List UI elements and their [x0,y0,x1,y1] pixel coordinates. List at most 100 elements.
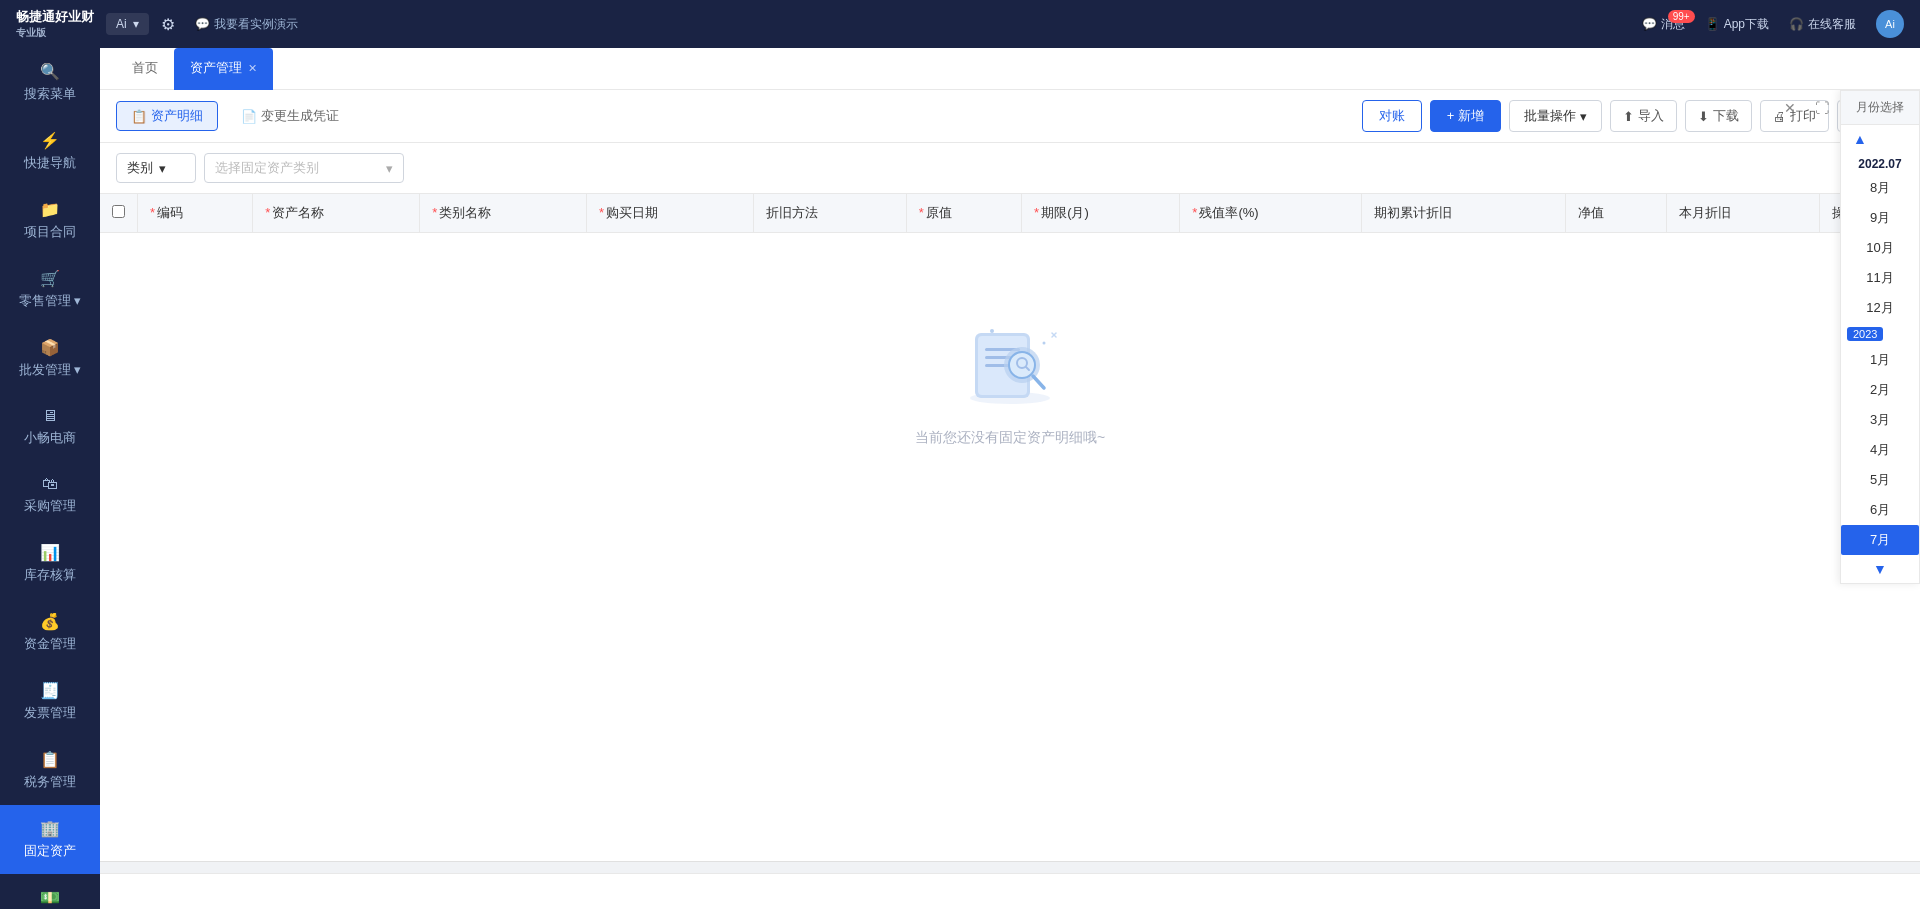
tab-home[interactable]: 首页 [116,48,174,90]
col-net-value: 净值 [1566,194,1667,233]
month-item-11[interactable]: 11月 [1841,263,1919,293]
demo-icon: 💬 [195,17,210,31]
month-item-4[interactable]: 4月 [1841,435,1919,465]
sidebar-item-project[interactable]: 📁 项目合同 [0,186,100,255]
asset-detail-icon: 📋 [131,109,147,124]
col-code: *编码 [138,194,253,233]
sidebar-item-wholesale[interactable]: 📦 批发管理 ▾ [0,324,100,393]
month-item-1[interactable]: 1月 [1841,345,1919,375]
inner-tabs-bar: 📋 资产明细 📄 变更生成凭证 对账 + 新增 批量操作 ▾ ⬆ [100,90,1920,143]
col-monthly-depreciation: 本月折旧 [1667,194,1820,233]
col-category-name: *类别名称 [420,194,587,233]
messages-button[interactable]: 💬 消息 99+ [1642,16,1685,33]
app-icon: 📱 [1705,17,1720,31]
main-layout: 🔍 搜索菜单 ⚡ 快捷导航 📁 项目合同 🛒 零售管理 ▾ 📦 批发管理 ▾ 🖥… [0,48,1920,909]
category-input[interactable]: 选择固定资产类别 ▾ [204,153,404,183]
sidebar-item-purchase[interactable]: 🛍 采购管理 [0,461,100,529]
month-item-10[interactable]: 10月 [1841,233,1919,263]
category-type-selector[interactable]: 类别 ▾ [116,153,196,183]
col-accumulated-depreciation: 期初累计折旧 [1361,194,1565,233]
month-item-6[interactable]: 6月 [1841,495,1919,525]
month-prev-button[interactable]: ▲ [1847,129,1873,149]
batch-button[interactable]: 批量操作 ▾ [1509,100,1602,132]
asset-table-wrap: *编码 *资产名称 *类别名称 *购买日期 折旧方法 [100,194,1920,861]
change-voucher-icon: 📄 [241,109,257,124]
headset-icon: 🎧 [1789,17,1804,31]
expand-panel-button[interactable]: ⛶ [1810,96,1834,120]
empty-illustration [950,313,1070,413]
online-service-button[interactable]: 🎧 在线客服 [1789,16,1856,33]
sidebar-item-fixed-assets[interactable]: 🏢 固定资产 [0,805,100,874]
month-item-7-2023[interactable]: 7月 [1841,525,1919,555]
invoice-icon: 🧾 [40,681,60,700]
month-next-button[interactable]: ▼ [1867,559,1893,579]
search-icon: 🔍 [40,62,60,81]
company-selector[interactable]: Ai ▾ [106,13,149,35]
sidebar-item-inventory[interactable]: 📊 库存核算 [0,529,100,598]
project-icon: 📁 [40,200,60,219]
top-bar-right: 💬 消息 99+ 📱 App下载 🎧 在线客服 Ai [1642,10,1904,38]
tab-asset-management[interactable]: 资产管理 ✕ [174,48,273,90]
filter-bar: 类别 ▾ 选择固定资产类别 ▾ [100,143,1920,194]
duizhang-button[interactable]: 对账 [1362,100,1422,132]
month-item-5[interactable]: 5月 [1841,465,1919,495]
sidebar-item-ecommerce[interactable]: 🖥 小畅电商 [0,393,100,461]
payroll-icon: 💵 [40,888,60,907]
empty-text: 当前您还没有固定资产明细哦~ [915,429,1105,447]
month-item-12[interactable]: 12月 [1841,293,1919,323]
col-asset-name: *资产名称 [253,194,420,233]
tab-asset-detail[interactable]: 📋 资产明细 [116,101,218,131]
horizontal-scrollbar[interactable] [100,861,1920,873]
demo-link[interactable]: 💬 我要看实例演示 [195,16,298,33]
settings-icon[interactable]: ⚙ [161,15,175,34]
inventory-icon: 📊 [40,543,60,562]
tax-icon: 📋 [40,750,60,769]
add-button[interactable]: + 新增 [1430,100,1501,132]
sidebar-item-search[interactable]: 🔍 搜索菜单 [0,48,100,117]
col-period: *期限(月) [1022,194,1180,233]
svg-line-9 [1033,376,1044,388]
tab-change-voucher[interactable]: 📄 变更生成凭证 [226,101,354,131]
sidebar-item-invoice[interactable]: 🧾 发票管理 [0,667,100,736]
year-2023-badge: 2023 [1847,327,1883,341]
year-2022-label: 2022.07 [1854,153,1905,173]
col-residual-rate: *残值率(%) [1180,194,1361,233]
batch-arrow-icon: ▾ [1580,109,1587,124]
ecommerce-icon: 🖥 [42,407,58,425]
close-panel-button[interactable]: ✕ [1778,96,1802,120]
month-panel: 月份选择 ▲ 2022.07 8月 9月 10月 11月 12月 2023 1月… [1840,90,1920,584]
month-item-2[interactable]: 2月 [1841,375,1919,405]
sidebar-item-tax[interactable]: 📋 税务管理 [0,736,100,805]
app-download-button[interactable]: 📱 App下载 [1705,16,1769,33]
select-all-checkbox[interactable] [112,205,125,218]
sidebar-item-quick-nav[interactable]: ⚡ 快捷导航 [0,117,100,186]
import-button[interactable]: ⬆ 导入 [1610,100,1677,132]
retail-icon: 🛒 [40,269,60,288]
month-item-8[interactable]: 8月 [1841,173,1919,203]
fixed-assets-icon: 🏢 [40,819,60,838]
filter-dropdown-icon: ▾ [386,161,393,176]
sidebar: 🔍 搜索菜单 ⚡ 快捷导航 📁 项目合同 🛒 零售管理 ▾ 📦 批发管理 ▾ 🖥… [0,48,100,909]
asset-table: *编码 *资产名称 *类别名称 *购买日期 折旧方法 [100,194,1920,527]
sidebar-item-finance[interactable]: 💰 资金管理 [0,598,100,667]
bottom-bar [100,873,1920,909]
download-button[interactable]: ⬇ 下载 [1685,100,1752,132]
content-area: 首页 资产管理 ✕ 📋 资产明细 📄 变更生成凭证 对账 [100,48,1920,909]
svg-point-12 [990,329,994,333]
month-item-9[interactable]: 9月 [1841,203,1919,233]
user-avatar[interactable]: Ai [1876,10,1904,38]
col-depreciation-method: 折旧方法 [753,194,906,233]
tab-close-icon[interactable]: ✕ [248,62,257,75]
category-dropdown-icon: ▾ [159,161,166,176]
month-item-3[interactable]: 3月 [1841,405,1919,435]
sidebar-item-retail[interactable]: 🛒 零售管理 ▾ [0,255,100,324]
top-bar: 畅捷通好业财 专业版 Ai ▾ ⚙ 💬 我要看实例演示 💬 消息 99+ 📱 A… [0,0,1920,48]
wholesale-icon: 📦 [40,338,60,357]
app-logo: 畅捷通好业财 专业版 [16,9,94,39]
table-header-row: *编码 *资产名称 *类别名称 *购买日期 折旧方法 [100,194,1920,233]
import-icon: ⬆ [1623,109,1634,124]
select-all-header [100,194,138,233]
sidebar-item-payroll[interactable]: 💵 工资 [0,874,100,909]
col-purchase-date: *购买日期 [587,194,754,233]
col-original-value: *原值 [906,194,1021,233]
